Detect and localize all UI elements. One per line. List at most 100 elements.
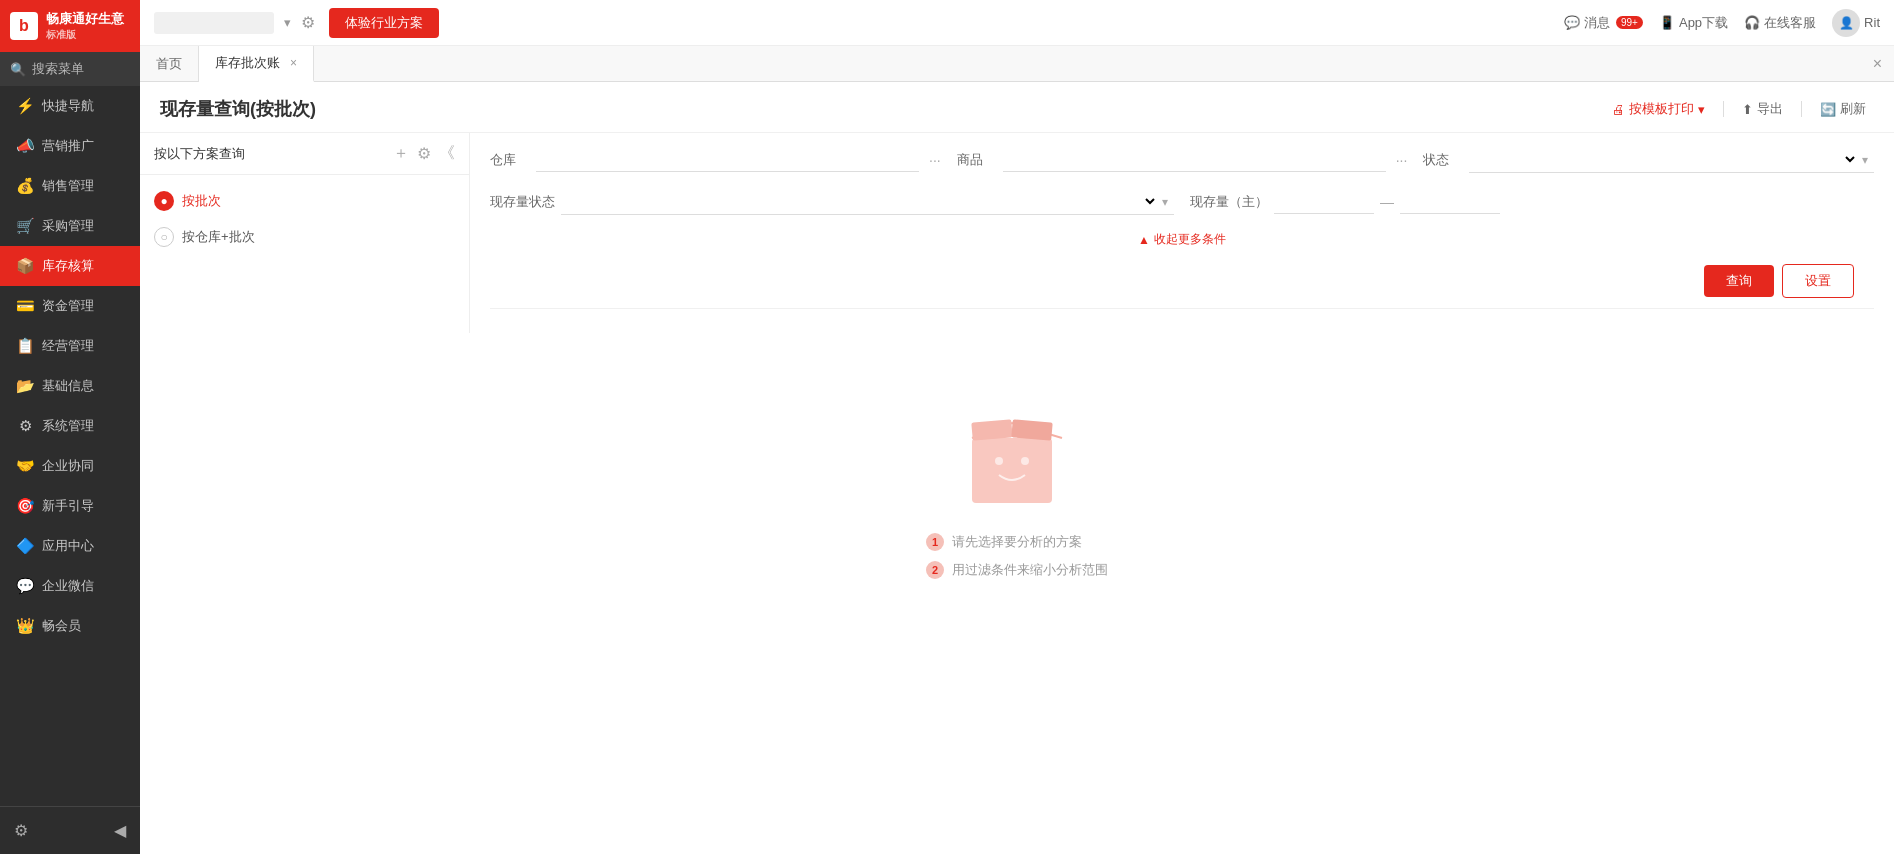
nav-icon-4: 📦 [16, 257, 34, 275]
hint-text-1: 请先选择要分析的方案 [952, 533, 1082, 551]
query-button[interactable]: 查询 [1704, 265, 1774, 297]
breadcrumb-input[interactable] [154, 12, 274, 34]
print-button[interactable]: 🖨 按模板打印 ▾ [1604, 96, 1713, 122]
sidebar-item-系统管理[interactable]: ⚙ 系统管理 [0, 406, 140, 446]
sidebar-item-库存核算[interactable]: 📦 库存核算 [0, 246, 140, 286]
nav-label-4: 库存核算 [42, 257, 94, 275]
user-profile[interactable]: 👤 Rit [1832, 9, 1880, 37]
edition-label: 标准版 [46, 28, 124, 42]
tab-inventory-close[interactable]: × [290, 56, 297, 70]
online-service-action[interactable]: 🎧 在线客服 [1744, 14, 1816, 32]
empty-illustration [957, 393, 1077, 513]
sidebar-item-畅会员[interactable]: 👑 畅会员 [0, 606, 140, 646]
goods-label: 商品 [957, 151, 997, 169]
inventory-status-label: 现存量状态 [490, 193, 555, 211]
search-icon: 🔍 [10, 62, 26, 77]
plan-inactive-icon: ○ [154, 227, 174, 247]
experience-button[interactable]: 体验行业方案 [329, 8, 439, 38]
warehouse-more-icon[interactable]: ··· [929, 152, 941, 168]
goods-input[interactable] [1003, 148, 1386, 172]
sidebar-item-快捷导航[interactable]: ⚡ 快捷导航 [0, 86, 140, 126]
message-label: 消息 [1584, 14, 1610, 32]
filter-sidebar-actions: ＋ ⚙ 《 [393, 143, 455, 164]
goods-field: 商品 ··· [957, 148, 1408, 172]
topbar: ▾ ⚙ 体验行业方案 💬 消息 99+ 📱 App下载 🎧 在线客服 👤 Rit [140, 0, 1894, 46]
sidebar-item-企业协同[interactable]: 🤝 企业协同 [0, 446, 140, 486]
sidebar-item-营销推广[interactable]: 📣 营销推广 [0, 126, 140, 166]
sidebar-item-应用中心[interactable]: 🔷 应用中心 [0, 526, 140, 566]
edit-plan-button[interactable]: ⚙ [417, 144, 431, 163]
refresh-button[interactable]: 🔄 刷新 [1812, 96, 1874, 122]
collapse-sidebar-button[interactable]: ◀ [110, 817, 130, 844]
nav-icon-1: 📣 [16, 137, 34, 155]
filter-fields-panel: 仓库 ··· 商品 ··· 状态 [470, 133, 1894, 333]
refresh-label: 刷新 [1840, 100, 1866, 118]
nav-label-7: 基础信息 [42, 377, 94, 395]
sidebar-item-采购管理[interactable]: 🛒 采购管理 [0, 206, 140, 246]
online-service-label: 在线客服 [1764, 14, 1816, 32]
sidebar-item-基础信息[interactable]: 📂 基础信息 [0, 366, 140, 406]
page-header-actions: 🖨 按模板打印 ▾ ⬆ 导出 🔄 刷新 [1604, 96, 1874, 122]
tab-home[interactable]: 首页 [140, 46, 199, 82]
inventory-status-field: 现存量状态 ▾ [490, 189, 1174, 215]
plan-item-warehouse-batch-label: 按仓库+批次 [182, 228, 255, 246]
user-name: Rit [1864, 15, 1880, 30]
breadcrumb-dropdown[interactable]: ▾ [284, 15, 291, 30]
plan-item-warehouse-batch[interactable]: ○ 按仓库+批次 [140, 219, 469, 255]
status-select[interactable] [1475, 151, 1858, 168]
message-action[interactable]: 💬 消息 99+ [1564, 14, 1643, 32]
goods-more-icon[interactable]: ··· [1396, 152, 1408, 168]
nav-icon-10: 🎯 [16, 497, 34, 515]
sidebar-item-资金管理[interactable]: 💳 资金管理 [0, 286, 140, 326]
phone-icon: 📱 [1659, 15, 1675, 30]
inventory-status-select[interactable] [567, 193, 1158, 210]
collapse-more-row[interactable]: ▲ 收起更多条件 [490, 223, 1874, 256]
action-bar: 查询 设置 [490, 256, 1874, 309]
sidebar-item-企业微信[interactable]: 💬 企业微信 [0, 566, 140, 606]
plan-item-batch[interactable]: ● 按批次 [140, 183, 469, 219]
nav-icon-7: 📂 [16, 377, 34, 395]
warehouse-input[interactable] [536, 148, 919, 172]
settings-button[interactable]: 设置 [1782, 264, 1854, 298]
page-header: 现存量查询(按批次) 🖨 按模板打印 ▾ ⬆ 导出 🔄 刷新 [140, 82, 1894, 133]
collapse-plan-button[interactable]: 《 [439, 143, 455, 164]
tab-bar-close-button[interactable]: × [1861, 55, 1894, 73]
print-label: 按模板打印 [1629, 100, 1694, 118]
filter-row-2: 现存量状态 ▾ 现存量（主） — [490, 189, 1874, 215]
nav-icon-8: ⚙ [16, 417, 34, 435]
export-button[interactable]: ⬆ 导出 [1734, 96, 1791, 122]
nav-label-2: 销售管理 [42, 177, 94, 195]
hint-item-1: 1 请先选择要分析的方案 [926, 533, 1108, 551]
app-download-label: App下载 [1679, 14, 1728, 32]
sidebar-search[interactable]: 🔍 搜索菜单 [0, 52, 140, 86]
print-dropdown-icon: ▾ [1698, 102, 1705, 117]
nav-icon-0: ⚡ [16, 97, 34, 115]
header-divider [1723, 101, 1724, 117]
svg-point-4 [1021, 457, 1029, 465]
topbar-gear-icon[interactable]: ⚙ [301, 13, 315, 32]
inventory-status-dropdown-icon: ▾ [1162, 195, 1168, 209]
tab-inventory[interactable]: 库存批次账 × [199, 46, 314, 82]
app-download-action[interactable]: 📱 App下载 [1659, 14, 1728, 32]
inventory-main-to[interactable] [1400, 190, 1500, 214]
page-content: 现存量查询(按批次) 🖨 按模板打印 ▾ ⬆ 导出 🔄 刷新 [140, 82, 1894, 854]
sidebar-header: b 畅康通好生意 标准版 [0, 0, 140, 52]
add-plan-button[interactable]: ＋ [393, 143, 409, 164]
inventory-main-from[interactable] [1274, 190, 1374, 214]
nav-label-8: 系统管理 [42, 417, 94, 435]
nav-label-3: 采购管理 [42, 217, 94, 235]
sidebar-item-新手引导[interactable]: 🎯 新手引导 [0, 486, 140, 526]
status-label: 状态 [1423, 151, 1463, 169]
sidebar-search-label: 搜索菜单 [32, 60, 84, 78]
nav-icon-5: 💳 [16, 297, 34, 315]
nav-label-12: 企业微信 [42, 577, 94, 595]
plan-list: ● 按批次 ○ 按仓库+批次 [140, 175, 469, 263]
settings-icon[interactable]: ⚙ [10, 817, 32, 844]
sidebar-nav: ⚡ 快捷导航 📣 营销推广 💰 销售管理 🛒 采购管理 📦 库存核算 💳 资金管… [0, 86, 140, 806]
filter-sidebar-title: 按以下方案查询 [154, 145, 245, 163]
headset-icon: 🎧 [1744, 15, 1760, 30]
sidebar-item-经营管理[interactable]: 📋 经营管理 [0, 326, 140, 366]
nav-icon-3: 🛒 [16, 217, 34, 235]
svg-rect-0 [972, 438, 1052, 503]
sidebar-item-销售管理[interactable]: 💰 销售管理 [0, 166, 140, 206]
